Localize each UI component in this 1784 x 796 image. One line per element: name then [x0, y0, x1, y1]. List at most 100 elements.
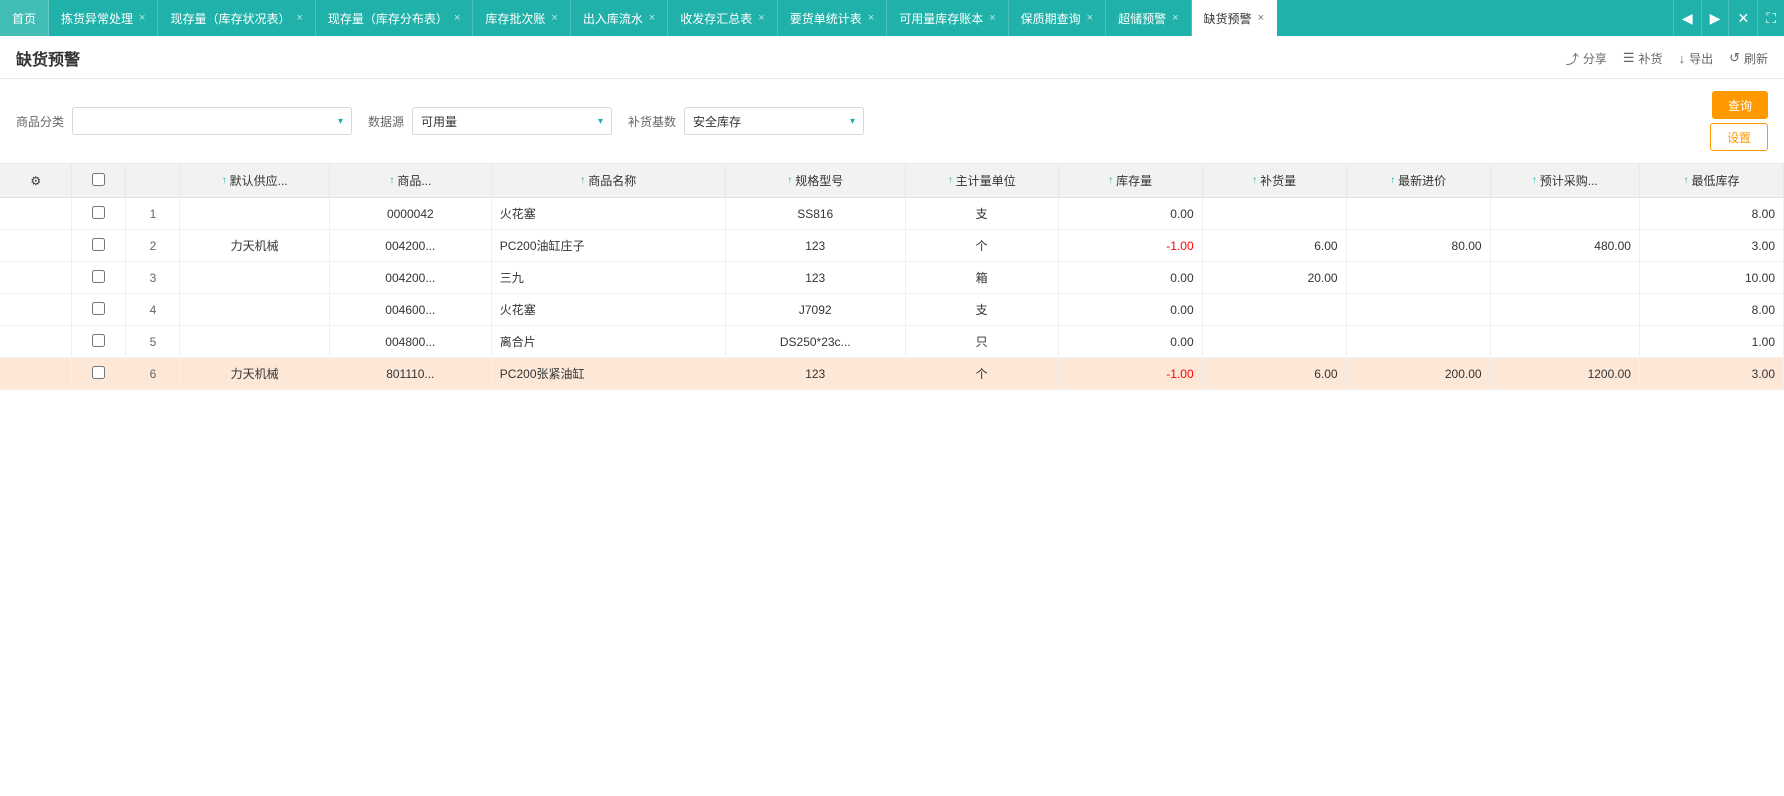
row-stock-cell: -1.00	[1058, 230, 1202, 262]
filter-buttons: 查询 设置	[1710, 91, 1768, 151]
tab-in-out-flow[interactable]: 出入库流水 ×	[571, 0, 668, 36]
row-checkbox[interactable]	[92, 302, 105, 315]
row-name-cell: 火花塞	[491, 294, 725, 326]
column-lastprice[interactable]: ↑ 最新进价	[1346, 164, 1490, 198]
category-label: 商品分类	[16, 113, 64, 130]
row-minstk-cell: 1.00	[1639, 326, 1783, 358]
tab-shortage[interactable]: 缺货预警 ×	[1192, 0, 1277, 36]
column-settings[interactable]: ⚙	[0, 164, 72, 198]
row-checkbox[interactable]	[92, 238, 105, 251]
tab-close-in-out-flow[interactable]: ×	[649, 12, 655, 24]
tab-inventory-status[interactable]: 现存量（库存状况表） ×	[158, 0, 315, 36]
column-supplier[interactable]: ↑ 默认供应...	[180, 164, 329, 198]
tab-close-inventory-status[interactable]: ×	[296, 12, 302, 24]
row-checkbox-cell[interactable]	[72, 198, 126, 230]
tab-close-receive-send[interactable]: ×	[758, 12, 764, 24]
column-forecast[interactable]: ↑ 预计采购...	[1490, 164, 1639, 198]
export-button[interactable]: ↓ 导出	[1679, 50, 1714, 67]
tab-nav-buttons: ◀ ▶ ✕ ⛶	[1673, 0, 1784, 36]
category-select[interactable]: ▾	[72, 107, 352, 135]
row-checkbox-cell[interactable]	[72, 294, 126, 326]
tab-close-button[interactable]: ✕	[1728, 0, 1757, 36]
row-checkbox-cell[interactable]	[72, 358, 126, 390]
tab-close-batch-account[interactable]: ×	[551, 12, 557, 24]
tab-home[interactable]: 首页	[0, 0, 49, 36]
sort-code-icon: ↑	[389, 175, 394, 186]
refresh-button[interactable]: ↺ 刷新	[1729, 50, 1768, 67]
table-row: 4 004600... 火花塞 J7092 支 0.00 8.00	[0, 294, 1784, 326]
column-unit[interactable]: ↑ 主计量单位	[905, 164, 1058, 198]
query-button[interactable]: 查询	[1712, 91, 1768, 119]
tab-next-button[interactable]: ▶	[1701, 0, 1729, 36]
row-unit-cell: 支	[905, 198, 1058, 230]
row-code-cell: 004200...	[329, 230, 491, 262]
row-lastprice-cell	[1346, 262, 1490, 294]
datasource-select[interactable]: 可用量 ▾	[412, 107, 612, 135]
sort-minstk-icon: ↑	[1683, 175, 1688, 186]
tab-demand-stat[interactable]: 要货单统计表 ×	[778, 0, 887, 36]
column-spec[interactable]: ↑ 规格型号	[725, 164, 905, 198]
tab-available-book[interactable]: 可用量库存账本 ×	[887, 0, 1008, 36]
data-table: ⚙ ↑ 默认供应... ↑ 商	[0, 164, 1784, 390]
tab-prev-button[interactable]: ◀	[1673, 0, 1701, 36]
tab-fullscreen-button[interactable]: ⛶	[1757, 0, 1784, 36]
tab-close-abnormal[interactable]: ×	[139, 12, 145, 24]
row-minstk-cell: 10.00	[1639, 262, 1783, 294]
tab-abnormal[interactable]: 拣货异常处理 ×	[49, 0, 158, 36]
tab-overstock[interactable]: 超储预警 ×	[1106, 0, 1191, 36]
datasource-arrow-icon: ▾	[598, 116, 603, 127]
row-minstk-cell: 3.00	[1639, 230, 1783, 262]
replenish-base-value: 安全库存	[693, 113, 741, 130]
table-row: 3 004200... 三九 123 箱 0.00 20.00 10.00	[0, 262, 1784, 294]
row-settings-cell	[0, 326, 72, 358]
page-header: 缺货预警 ⤴ 分享 ☰ 补货 ↓ 导出 ↺ 刷新	[0, 36, 1784, 79]
tab-close-inventory-dist[interactable]: ×	[454, 12, 460, 24]
sort-unit-icon: ↑	[948, 175, 953, 186]
tab-expiry-query[interactable]: 保质期查询 ×	[1009, 0, 1106, 36]
tab-batch-account[interactable]: 库存批次账 ×	[473, 0, 570, 36]
row-unit-cell: 支	[905, 294, 1058, 326]
row-spec-cell: 123	[725, 230, 905, 262]
tab-inventory-dist[interactable]: 现存量（库存分布表） ×	[316, 0, 473, 36]
row-spec-cell: DS250*23c...	[725, 326, 905, 358]
row-forecast-cell	[1490, 262, 1639, 294]
datasource-label: 数据源	[368, 113, 404, 130]
tab-close-demand-stat[interactable]: ×	[868, 12, 874, 24]
row-checkbox[interactable]	[92, 270, 105, 283]
column-minstk[interactable]: ↑ 最低库存	[1639, 164, 1783, 198]
settings-button[interactable]: 设置	[1710, 123, 1768, 151]
row-settings-cell	[0, 262, 72, 294]
tab-close-expiry-query[interactable]: ×	[1087, 12, 1093, 24]
row-num-cell: 6	[126, 358, 180, 390]
row-spec-cell: 123	[725, 358, 905, 390]
row-code-cell: 0000042	[329, 198, 491, 230]
column-code[interactable]: ↑ 商品...	[329, 164, 491, 198]
header-actions: ⤴ 分享 ☰ 补货 ↓ 导出 ↺ 刷新	[1566, 49, 1768, 68]
column-name[interactable]: ↑ 商品名称	[491, 164, 725, 198]
sort-replenish-icon: ↑	[1252, 175, 1257, 186]
row-checkbox[interactable]	[92, 206, 105, 219]
share-button[interactable]: ⤴ 分享	[1566, 49, 1607, 68]
tab-receive-send[interactable]: 收发存汇总表 ×	[668, 0, 777, 36]
table-row: 2 力天机械 004200... PC200油缸庄子 123 个 -1.00 6…	[0, 230, 1784, 262]
column-checkbox[interactable]	[72, 164, 126, 198]
tab-close-shortage[interactable]: ×	[1258, 12, 1264, 24]
row-forecast-cell	[1490, 198, 1639, 230]
replenish-button[interactable]: ☰ 补货	[1623, 50, 1663, 67]
row-replenish-cell	[1202, 198, 1346, 230]
row-checkbox[interactable]	[92, 334, 105, 347]
replenish-base-select[interactable]: 安全库存 ▾	[684, 107, 864, 135]
column-stock[interactable]: ↑ 库存量	[1058, 164, 1202, 198]
row-forecast-cell	[1490, 294, 1639, 326]
column-replenish[interactable]: ↑ 补货量	[1202, 164, 1346, 198]
row-checkbox-cell[interactable]	[72, 262, 126, 294]
row-checkbox[interactable]	[92, 366, 105, 379]
select-all-checkbox[interactable]	[92, 173, 105, 186]
tab-close-available-book[interactable]: ×	[989, 12, 995, 24]
datasource-value: 可用量	[421, 113, 457, 130]
row-checkbox-cell[interactable]	[72, 230, 126, 262]
row-code-cell: 004200...	[329, 262, 491, 294]
row-checkbox-cell[interactable]	[72, 326, 126, 358]
row-unit-cell: 个	[905, 230, 1058, 262]
tab-close-overstock[interactable]: ×	[1172, 12, 1178, 24]
